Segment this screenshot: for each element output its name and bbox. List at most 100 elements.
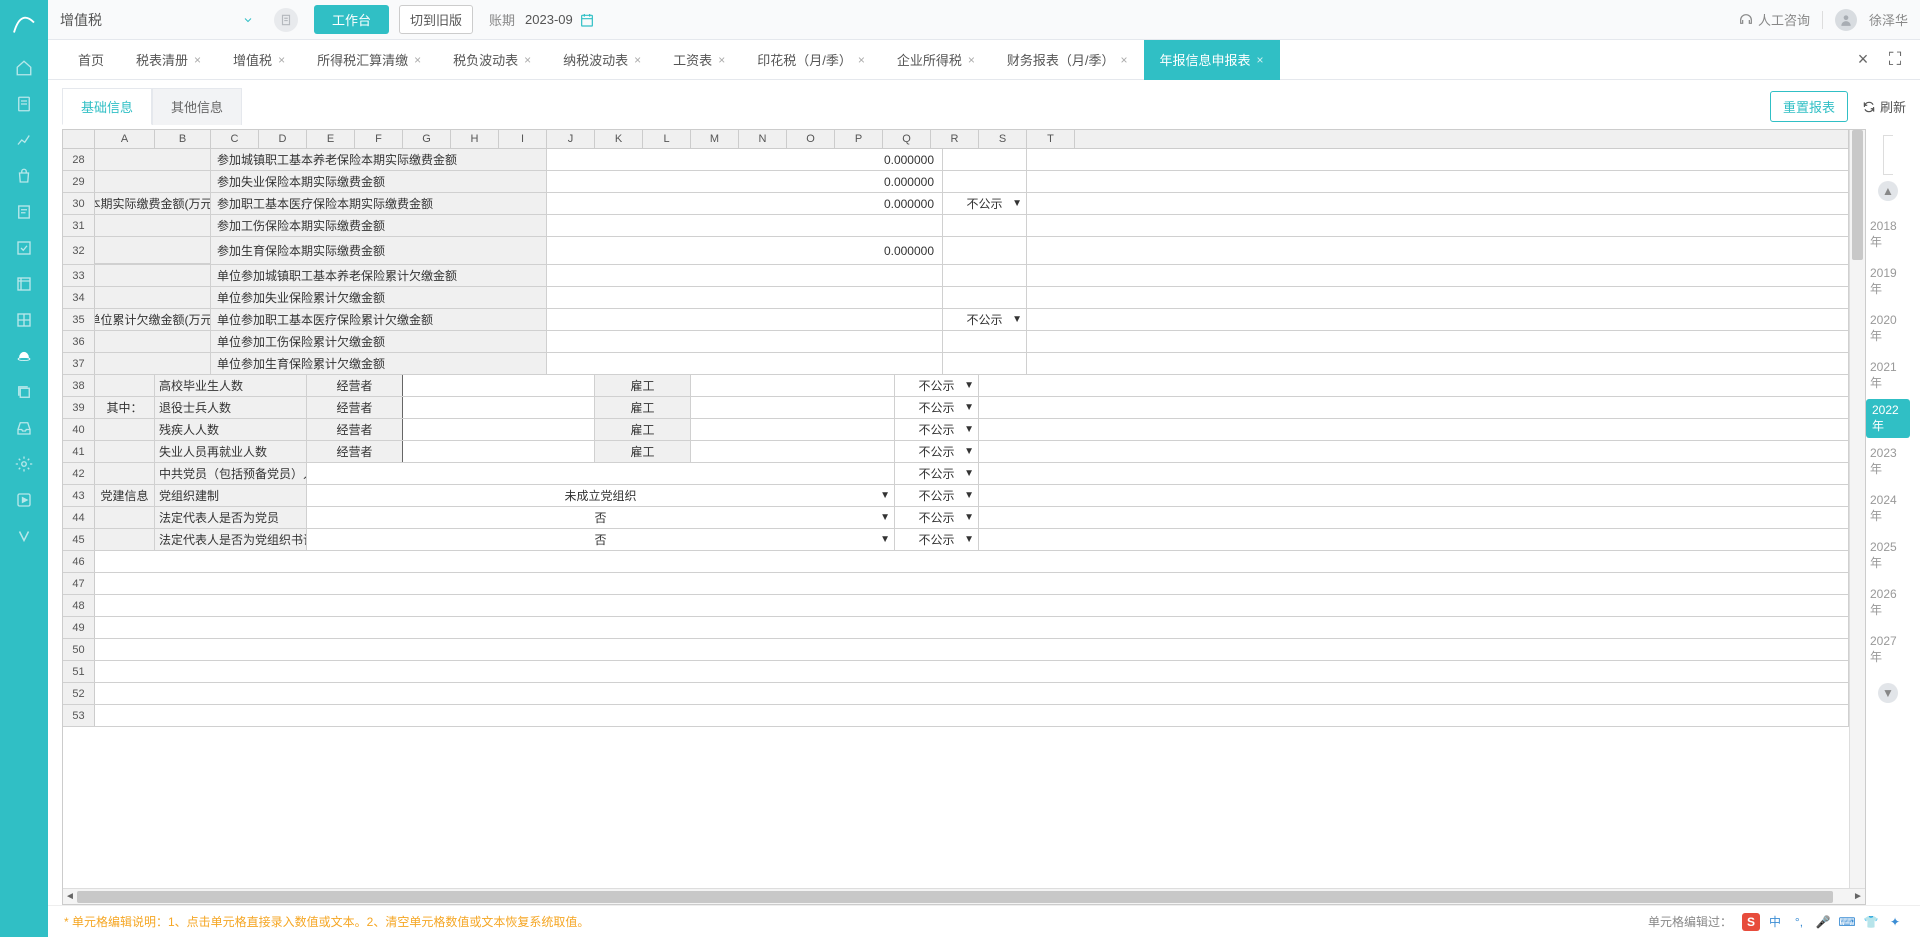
col-header[interactable]: O: [787, 130, 835, 148]
close-icon[interactable]: ×: [968, 53, 975, 67]
year-item[interactable]: 2027年: [1866, 626, 1910, 673]
year-item[interactable]: 2023年: [1866, 438, 1910, 485]
value-cell[interactable]: [691, 419, 895, 440]
tab-vat[interactable]: 增值税×: [217, 40, 301, 80]
col-header[interactable]: B: [155, 130, 211, 148]
select-cell[interactable]: 未成立党组织▼: [307, 485, 895, 506]
value-cell[interactable]: [403, 419, 595, 440]
col-header[interactable]: A: [95, 130, 155, 148]
user-avatar[interactable]: [1835, 9, 1857, 31]
publish-dropdown[interactable]: [943, 171, 1027, 192]
row-header[interactable]: 28: [63, 149, 95, 170]
col-header[interactable]: C: [211, 130, 259, 148]
row-header[interactable]: 48: [63, 595, 95, 616]
value-cell[interactable]: [547, 309, 943, 330]
calendar-icon[interactable]: [579, 12, 595, 28]
value-cell[interactable]: [691, 375, 895, 396]
close-icon[interactable]: ×: [278, 53, 285, 67]
nav-bag-icon[interactable]: [0, 158, 48, 194]
col-header[interactable]: H: [451, 130, 499, 148]
publish-dropdown[interactable]: 不公示▼: [895, 419, 979, 440]
row-header[interactable]: 32: [63, 237, 95, 264]
ime-logo-icon[interactable]: S: [1742, 913, 1760, 931]
value-cell[interactable]: [547, 287, 943, 308]
col-header[interactable]: P: [835, 130, 883, 148]
nav-copy-icon[interactable]: [0, 374, 48, 410]
nav-play-icon[interactable]: [0, 482, 48, 518]
support-link[interactable]: 人工咨询: [1738, 10, 1810, 29]
tab-salary[interactable]: 工资表×: [657, 40, 741, 80]
tab-tax-pay[interactable]: 纳税波动表×: [547, 40, 657, 80]
row-header[interactable]: 49: [63, 617, 95, 638]
reset-button[interactable]: 重置报表: [1770, 91, 1848, 122]
refresh-button[interactable]: 刷新: [1862, 91, 1906, 122]
tab-home[interactable]: 首页: [62, 40, 120, 80]
row-header[interactable]: 47: [63, 573, 95, 594]
row-header[interactable]: 36: [63, 331, 95, 352]
close-icon[interactable]: ×: [634, 53, 641, 67]
close-icon[interactable]: ×: [1121, 53, 1128, 67]
col-header[interactable]: F: [355, 130, 403, 148]
publish-dropdown[interactable]: [943, 287, 1027, 308]
year-item[interactable]: 2019年: [1866, 258, 1910, 305]
close-icon[interactable]: ×: [524, 53, 531, 67]
col-header[interactable]: M: [691, 130, 739, 148]
publish-dropdown[interactable]: [943, 215, 1027, 236]
empty-cell[interactable]: [95, 639, 979, 660]
value-cell[interactable]: [547, 215, 943, 236]
rail-up-icon[interactable]: ▲: [1878, 181, 1898, 201]
ime-skin-icon[interactable]: 👕: [1862, 913, 1880, 931]
row-header[interactable]: 35: [63, 309, 95, 330]
row-header[interactable]: 50: [63, 639, 95, 660]
row-header[interactable]: 46: [63, 551, 95, 572]
row-header[interactable]: 45: [63, 529, 95, 550]
close-icon[interactable]: ×: [414, 53, 421, 67]
value-cell[interactable]: [691, 397, 895, 418]
col-header[interactable]: S: [979, 130, 1027, 148]
publish-dropdown[interactable]: 不公示▼: [895, 463, 979, 484]
row-header[interactable]: 30: [63, 193, 95, 214]
publish-dropdown[interactable]: 不公示▼: [895, 441, 979, 462]
col-header[interactable]: E: [307, 130, 355, 148]
ime-mic-icon[interactable]: 🎤: [1814, 913, 1832, 931]
v-scroll-thumb[interactable]: [1852, 130, 1863, 260]
value-cell[interactable]: 0.000000: [547, 149, 943, 170]
col-header[interactable]: Q: [883, 130, 931, 148]
year-item[interactable]: 2018年: [1866, 211, 1910, 258]
year-item[interactable]: 2024年: [1866, 485, 1910, 532]
col-header[interactable]: D: [259, 130, 307, 148]
nav-template-icon[interactable]: [0, 266, 48, 302]
col-header[interactable]: R: [931, 130, 979, 148]
col-header[interactable]: K: [595, 130, 643, 148]
close-icon[interactable]: ×: [858, 53, 865, 67]
col-header[interactable]: J: [547, 130, 595, 148]
ime-punct-icon[interactable]: °,: [1790, 913, 1808, 931]
tab-fin-report[interactable]: 财务报表（月/季）×: [991, 40, 1144, 80]
nav-v-icon[interactable]: [0, 518, 48, 554]
value-cell[interactable]: [307, 463, 895, 484]
h-scroll-thumb[interactable]: [77, 891, 1833, 903]
tab-tax-burden[interactable]: 税负波动表×: [437, 40, 547, 80]
ime-tool-icon[interactable]: ✦: [1886, 913, 1904, 931]
empty-cell[interactable]: [95, 661, 979, 682]
publish-dropdown[interactable]: [943, 265, 1027, 286]
nav-check-icon[interactable]: [0, 230, 48, 266]
row-header[interactable]: 31: [63, 215, 95, 236]
scroll-right-icon[interactable]: ►: [1851, 890, 1865, 904]
nav-inbox-icon[interactable]: [0, 410, 48, 446]
year-item[interactable]: 2022年: [1866, 399, 1910, 438]
value-cell[interactable]: [403, 441, 595, 462]
tab-tax-list[interactable]: 税表清册×: [120, 40, 217, 80]
nav-active-icon[interactable]: [0, 338, 48, 374]
close-icon[interactable]: ×: [1257, 53, 1264, 67]
publish-dropdown[interactable]: [943, 331, 1027, 352]
value-cell[interactable]: 0.000000: [547, 171, 943, 192]
publish-dropdown[interactable]: 不公示▼: [895, 529, 979, 550]
horizontal-scrollbar[interactable]: ◄ ►: [63, 888, 1865, 904]
publish-dropdown[interactable]: [943, 353, 1027, 374]
col-header[interactable]: T: [1027, 130, 1075, 148]
year-item[interactable]: 2026年: [1866, 579, 1910, 626]
row-header[interactable]: 38: [63, 375, 95, 396]
ime-keyboard-icon[interactable]: ⌨: [1838, 913, 1856, 931]
value-cell[interactable]: [547, 265, 943, 286]
